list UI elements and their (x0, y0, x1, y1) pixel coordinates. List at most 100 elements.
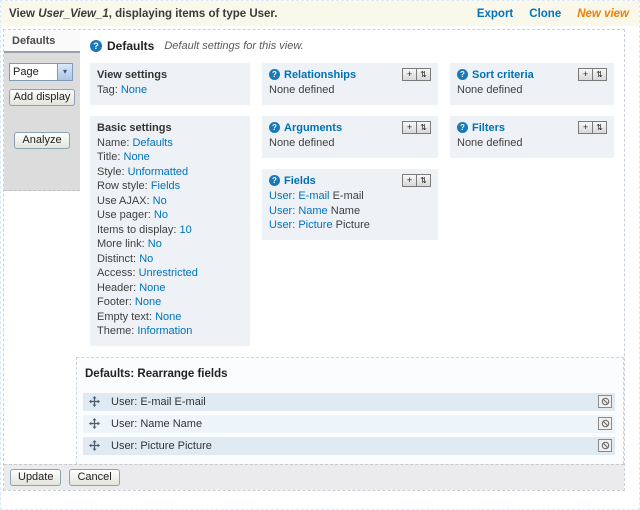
setting-label: Footer: (97, 296, 132, 308)
setting-access: Access: Unrestricted (97, 266, 243, 281)
fields-title-link[interactable]: Fields (284, 175, 316, 187)
setting-label: Header: (97, 281, 137, 294)
rearrange-icon[interactable]: ⇅ (416, 121, 431, 134)
setting-use-pager: Use pager: No (97, 208, 243, 223)
setting-title: Title: None (97, 150, 243, 165)
setting-label: Use pager: (97, 209, 151, 221)
cancel-button[interactable]: Cancel (69, 468, 120, 486)
setting-value-link[interactable]: None (135, 296, 161, 308)
remove-icon[interactable] (598, 395, 612, 408)
views-edit-container: Defaults Page ▾ Add display Analyze ? De… (3, 29, 625, 491)
drag-handle-icon[interactable] (89, 418, 100, 429)
setting-header: Header: None (97, 281, 243, 296)
arguments-empty: None defined (269, 137, 335, 149)
sort-criteria-box: ? Sort criteria + ⇅ None defined (450, 63, 614, 105)
arguments-box: ? Arguments + ⇅ None defined (262, 116, 438, 158)
field-link[interactable]: User: Name (269, 205, 328, 217)
rearrange-row: User: Name Name (83, 414, 615, 433)
drag-handle-icon[interactable] (89, 396, 100, 407)
help-icon[interactable]: ? (269, 69, 280, 80)
setting-label: Theme: (97, 325, 135, 337)
setting-value-link[interactable]: Fields (151, 180, 180, 192)
help-icon[interactable]: ? (269, 122, 280, 133)
setting-value-link[interactable]: No (153, 195, 167, 207)
setting-value-link[interactable]: None (124, 151, 150, 163)
rearrange-row: User: E-mail E-mail (83, 392, 615, 411)
setting-row-style: Row style: Fields (97, 179, 243, 194)
analyze-button[interactable]: Analyze (14, 132, 70, 149)
rearrange-row-label: User: E-mail E-mail (111, 395, 206, 408)
basic-settings-box: Basic settings Name: Defaults Title: Non… (90, 115, 250, 346)
setting-label: Use AJAX: (97, 194, 150, 207)
display-heading: Defaults (107, 39, 155, 53)
remove-icon[interactable] (598, 439, 612, 452)
display-header: ? Defaults Default settings for this vie… (90, 39, 614, 53)
view-settings-title: View settings (97, 69, 168, 81)
setting-footer: Footer: None (97, 295, 243, 310)
setting-value-link[interactable]: No (154, 209, 168, 221)
setting-label: Access: (97, 267, 136, 279)
setting-value-link[interactable]: No (139, 253, 153, 265)
field-link[interactable]: User: Picture (269, 219, 333, 231)
setting-value-link[interactable]: 10 (180, 224, 192, 236)
rearrange-icon[interactable]: ⇅ (592, 68, 607, 81)
setting-label: More link: (97, 238, 145, 250)
form-actions: Update Cancel (4, 463, 624, 490)
rearrange-row-label: User: Name Name (111, 417, 203, 430)
view-settings-box: View settings Tag: None (90, 63, 250, 105)
tab-defaults[interactable]: Defaults (4, 30, 80, 53)
filters-box: ? Filters + ⇅ None defined (450, 116, 614, 158)
setting-value-link[interactable]: Unrestricted (139, 267, 198, 279)
field-item: User: Name Name (269, 204, 431, 219)
update-button[interactable]: Update (10, 468, 62, 486)
setting-value-link[interactable]: Unformatted (128, 166, 189, 178)
display-sidebar: Defaults Page ▾ Add display Analyze (4, 30, 80, 357)
arguments-title-link[interactable]: Arguments (284, 122, 342, 134)
basic-settings-title: Basic settings (97, 121, 172, 134)
help-icon[interactable]: ? (269, 175, 280, 186)
view-name: User_View_1 (38, 8, 109, 20)
add-icon[interactable]: + (402, 121, 417, 134)
rearrange-icon[interactable]: ⇅ (416, 174, 431, 187)
chevron-down-icon: ▾ (57, 64, 72, 80)
setting-label: Empty text: (97, 310, 153, 323)
add-icon[interactable]: + (578, 121, 593, 134)
relationships-title-link[interactable]: Relationships (284, 69, 356, 81)
add-icon[interactable]: + (578, 68, 593, 81)
help-icon[interactable]: ? (90, 40, 102, 52)
help-icon[interactable]: ? (457, 69, 468, 80)
setting-name: Name: Defaults (97, 136, 243, 151)
filters-title-link[interactable]: Filters (472, 122, 505, 134)
setting-value-link[interactable]: None (121, 84, 147, 96)
export-link[interactable]: Export (477, 8, 513, 20)
setting-value-link[interactable]: Defaults (132, 137, 172, 149)
help-icon[interactable]: ? (457, 122, 468, 133)
view-title-prefix: View (9, 8, 35, 20)
setting-value-link[interactable]: None (155, 311, 181, 323)
setting-more-link: More link: No (97, 237, 243, 252)
add-icon[interactable]: + (402, 174, 417, 187)
rearrange-icon[interactable]: ⇅ (416, 68, 431, 81)
setting-label: Items to display: (97, 223, 177, 236)
remove-icon[interactable] (598, 417, 612, 430)
setting-value-link[interactable]: No (148, 238, 162, 250)
setting-value-link[interactable]: None (139, 282, 165, 294)
display-type-select[interactable]: Page ▾ (9, 63, 73, 81)
rearrange-row: User: Picture Picture (83, 436, 615, 455)
fields-box: ? Fields + ⇅ User: E-mail E-mail User: N… (262, 169, 438, 240)
field-link[interactable]: User: E-mail (269, 190, 330, 202)
field-suffix: E-mail (332, 190, 364, 202)
drag-handle-icon[interactable] (89, 440, 100, 451)
setting-value-link[interactable]: Information (137, 325, 192, 337)
add-display-button[interactable]: Add display (9, 89, 75, 106)
sort-criteria-title-link[interactable]: Sort criteria (472, 69, 534, 81)
add-icon[interactable]: + (402, 68, 417, 81)
field-item: User: Picture Picture (269, 218, 431, 233)
view-title: View User_View_1, displaying items of ty… (9, 8, 461, 20)
rearrange-icon[interactable]: ⇅ (592, 121, 607, 134)
new-view-link[interactable]: New view (577, 8, 629, 20)
relationships-box: ? Relationships + ⇅ None defined (262, 63, 438, 105)
filters-empty: None defined (457, 137, 523, 149)
clone-link[interactable]: Clone (529, 8, 561, 20)
field-suffix: Picture (335, 219, 370, 231)
